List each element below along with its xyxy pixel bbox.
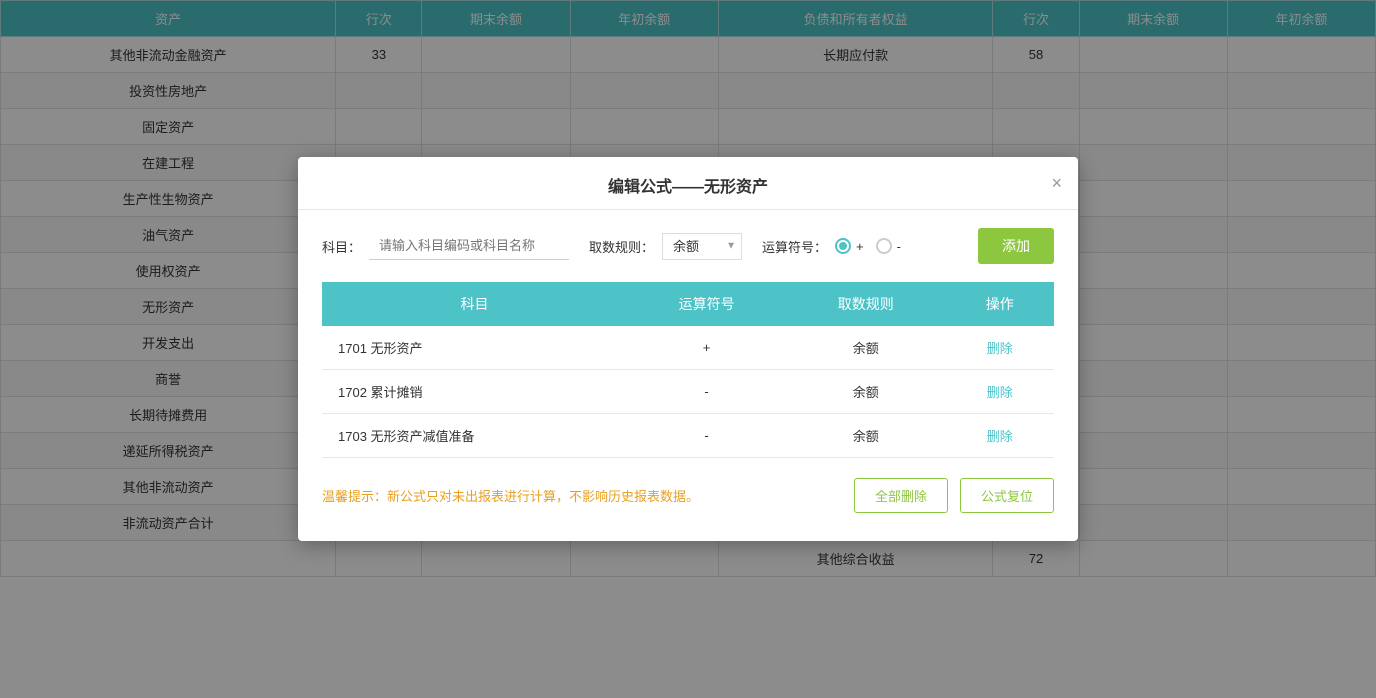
operator-plus-label: + [856,239,864,254]
modal-footer: 温馨提示：新公式只对未出报表进行计算，不影响历史报表数据。 全部删除 公式复位 [298,458,1078,517]
modal-title: 编辑公式——无形资产 [608,179,768,196]
operator-group: 运算符号： + - [762,237,901,256]
operator-label: 运算符号： [762,237,827,256]
footer-buttons: 全部删除 公式复位 [854,478,1054,513]
data-table-wrap: 科目 运算符号 取数规则 操作 1701 无形资产 + 余额 删除 [322,282,1054,458]
rule-label: 取数规则： [589,237,654,256]
subject-group: 科目： [322,232,569,260]
col-action: 操作 [945,282,1054,326]
row3-rule: 余额 [786,414,945,458]
col-operator: 运算符号 [627,282,786,326]
formula-table: 科目 运算符号 取数规则 操作 1701 无形资产 + 余额 删除 [322,282,1054,458]
reset-button[interactable]: 公式复位 [960,478,1054,513]
modal-header: 编辑公式——无形资产 × [298,157,1078,210]
row3-subject: 1703 无形资产减值准备 [322,414,627,458]
add-button[interactable]: 添加 [978,228,1054,264]
col-rule: 取数规则 [786,282,945,326]
row3-operator: - [627,414,786,458]
col-subject: 科目 [322,282,627,326]
row1-operator: + [627,326,786,370]
row2-subject: 1702 累计摊销 [322,370,627,414]
footer-tip: 温馨提示：新公式只对未出报表进行计算，不影响历史报表数据。 [322,486,699,505]
operator-plus-radio[interactable]: + [835,238,864,254]
row1-delete-link[interactable]: 删除 [987,341,1013,356]
row2-operator: - [627,370,786,414]
operator-minus-radio[interactable]: - [876,238,901,254]
rule-group: 取数规则： 余额 借方 贷方 净额 ▼ [589,233,742,260]
modal-overlay: 编辑公式——无形资产 × 科目： 取数规则： 余额 借方 贷方 净额 ▼ [0,0,1376,698]
row1-subject: 1701 无形资产 [322,326,627,370]
delete-all-button[interactable]: 全部删除 [854,478,948,513]
radio-plus-circle [835,238,851,254]
table-row: 1703 无形资产减值准备 - 余额 删除 [322,414,1054,458]
modal-close-button[interactable]: × [1051,174,1062,192]
row2-delete-link[interactable]: 删除 [987,385,1013,400]
rule-select-wrapper: 余额 借方 贷方 净额 ▼ [662,233,742,260]
operator-minus-label: - [897,239,901,254]
table-header-row: 科目 运算符号 取数规则 操作 [322,282,1054,326]
row1-rule: 余额 [786,326,945,370]
subject-label: 科目： [322,237,361,256]
modal-dialog: 编辑公式——无形资产 × 科目： 取数规则： 余额 借方 贷方 净额 ▼ [298,157,1078,541]
rule-select[interactable]: 余额 借方 贷方 净额 [662,233,742,260]
operator-radio-group: + - [835,238,901,254]
form-row: 科目： 取数规则： 余额 借方 贷方 净额 ▼ 运算符号： [298,210,1078,282]
table-row: 1701 无形资产 + 余额 删除 [322,326,1054,370]
subject-input[interactable] [369,232,569,260]
row2-rule: 余额 [786,370,945,414]
table-row: 1702 累计摊销 - 余额 删除 [322,370,1054,414]
radio-minus-circle [876,238,892,254]
row3-delete-link[interactable]: 删除 [987,429,1013,444]
